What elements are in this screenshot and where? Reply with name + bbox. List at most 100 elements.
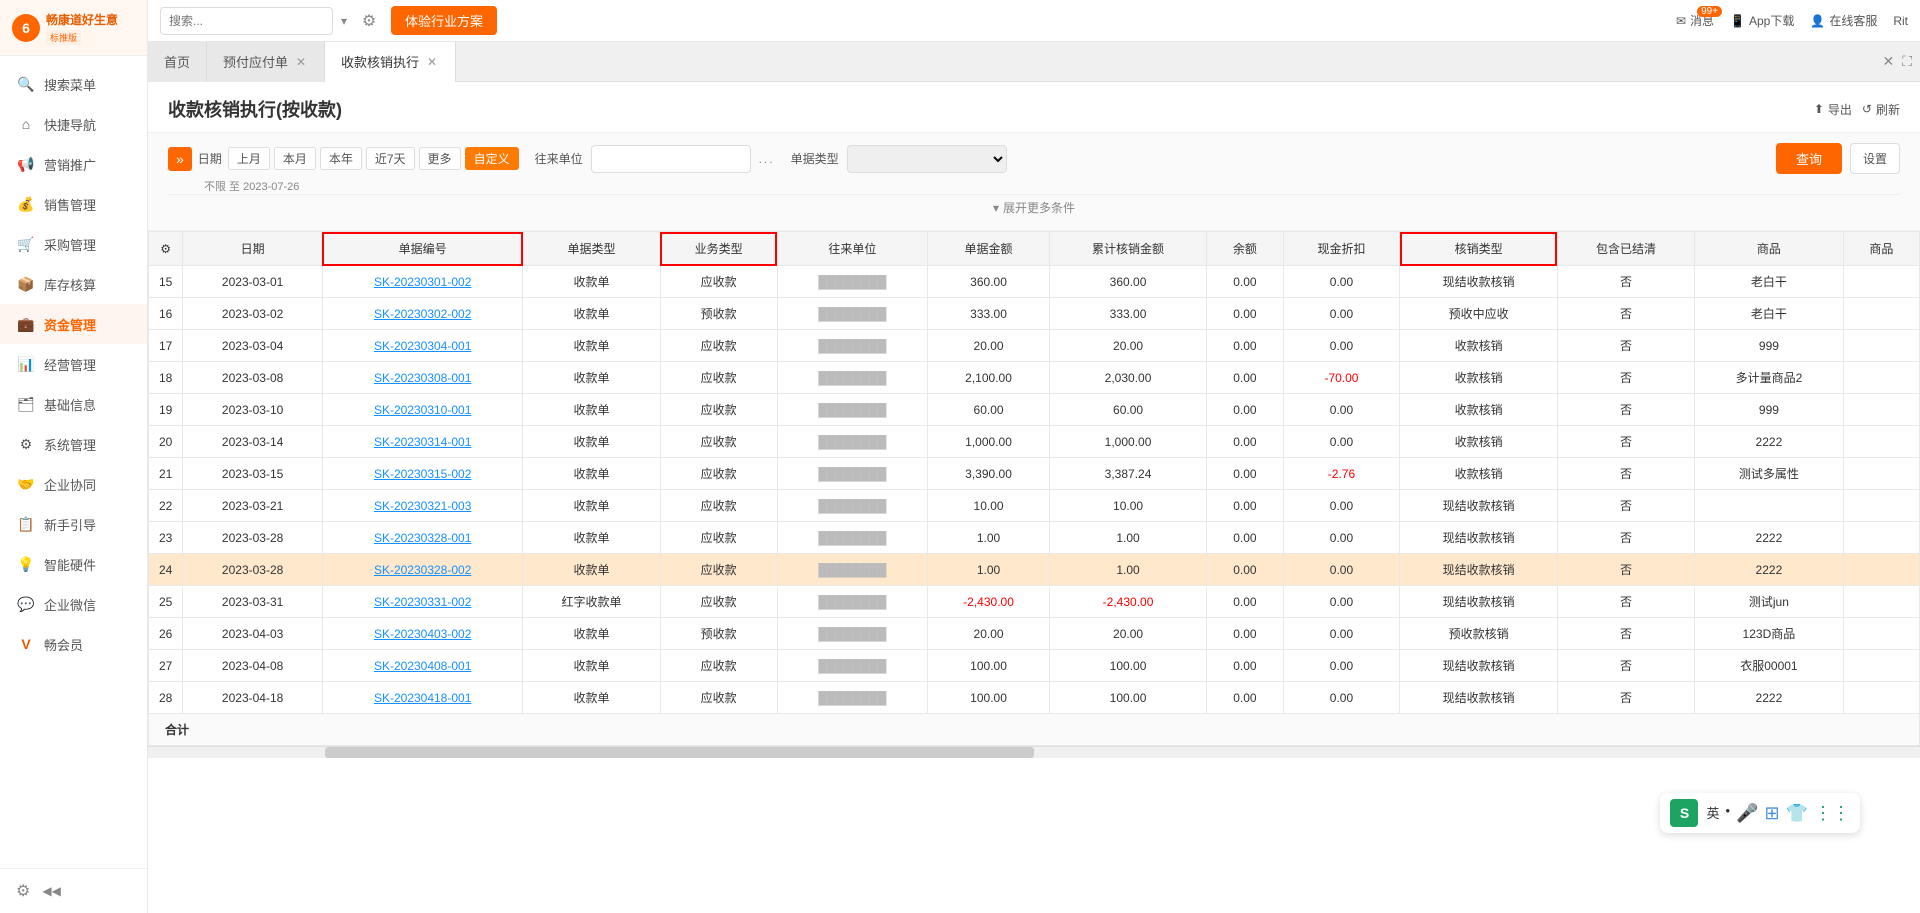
sidebar-item-quick[interactable]: ⌂ 快捷导航 — [0, 104, 147, 144]
inventory-icon: 📦 — [16, 274, 36, 294]
cell-goods: 衣服00001 — [1695, 650, 1844, 682]
sidebar-item-hardware[interactable]: 💡 智能硬件 — [0, 544, 147, 584]
bill-no-link[interactable]: SK-20230308-001 — [374, 371, 471, 385]
sidebar-item-enterprise[interactable]: 🤝 企业协同 — [0, 464, 147, 504]
date-btn-more[interactable]: 更多 — [419, 147, 461, 170]
bill-no-link[interactable]: SK-20230310-001 — [374, 403, 471, 417]
cell-bill-type: 收款单 — [523, 682, 660, 714]
bill-no-link[interactable]: SK-20230304-001 — [374, 339, 471, 353]
sidebar-item-basic[interactable]: 🗂 基础信息 — [0, 384, 147, 424]
sidebar-item-operations[interactable]: 📊 经营管理 — [0, 344, 147, 384]
bill-no-link[interactable]: SK-20230328-001 — [374, 531, 471, 545]
bill-no-link[interactable]: SK-20230408-001 — [374, 659, 471, 673]
online-service-btn[interactable]: 👤 在线客服 — [1810, 12, 1877, 29]
tab-prepay[interactable]: 预付应付单 ✕ — [207, 42, 325, 82]
col-header-bill-no: 单据编号 — [322, 232, 523, 266]
cell-cancel-type: 收款核销 — [1400, 458, 1558, 490]
col-header-biz-type: 业务类型 — [660, 232, 777, 266]
cell-partner: ████████ — [777, 426, 928, 458]
table-row: 15 2023-03-01 SK-20230301-002 收款单 应收款 ██… — [149, 266, 1920, 298]
topbar-search[interactable] — [160, 7, 333, 35]
sidebar-item-system[interactable]: ⚙ 系统管理 — [0, 424, 147, 464]
sidebar-item-vip[interactable]: V 畅会员 — [0, 624, 147, 664]
industry-btn[interactable]: 体验行业方案 — [391, 6, 497, 35]
bill-no-link[interactable]: SK-20230403-002 — [374, 627, 471, 641]
settings-icon[interactable]: ⚙ — [16, 881, 30, 901]
date-btn-7days[interactable]: 近7天 — [366, 147, 415, 170]
tab-collection-close[interactable]: ✕ — [425, 55, 439, 69]
sidebar-item-sales[interactable]: 💰 销售管理 — [0, 184, 147, 224]
sidebar-item-inventory[interactable]: 📦 库存核算 — [0, 264, 147, 304]
horizontal-scrollbar[interactable] — [148, 746, 1920, 758]
messages-btn[interactable]: ✉ 消息 99+ — [1676, 12, 1714, 29]
bill-no-link[interactable]: SK-20230301-002 — [374, 275, 471, 289]
cell-total-cancel: 60.00 — [1049, 394, 1207, 426]
date-btn-last-month[interactable]: 上月 — [228, 147, 270, 170]
cell-bill-no: SK-20230310-001 — [322, 394, 523, 426]
cell-cancel-type: 现结收款核销 — [1400, 650, 1558, 682]
tab-maximize-icon[interactable]: ⛶ — [1902, 53, 1912, 70]
sidebar-item-finance[interactable]: 💼 资金管理 — [0, 304, 147, 344]
cell-date: 2023-03-21 — [183, 490, 323, 522]
sidebar-item-guide[interactable]: 📋 新手引导 — [0, 504, 147, 544]
close-icon[interactable]: ✕ — [294, 55, 308, 69]
cell-goods: 多计量商品2 — [1695, 362, 1844, 394]
app-download-btn[interactable]: 📱 App下载 — [1730, 12, 1794, 29]
user-name-display[interactable]: Rit — [1893, 14, 1908, 28]
cell-bill-no: SK-20230304-001 — [322, 330, 523, 362]
topbar-gear-icon[interactable]: ⚙ — [355, 7, 383, 35]
enterprise-icon: 🤝 — [16, 474, 36, 494]
filter-expand-icon[interactable]: » — [168, 147, 192, 171]
watermark-grid: ⊞ — [1764, 803, 1779, 824]
sidebar-item-search[interactable]: 🔍 搜索菜单 — [0, 64, 147, 104]
cell-balance: 0.00 — [1207, 618, 1283, 650]
sidebar-label-marketing: 营销推广 — [44, 155, 96, 174]
sidebar-label-basic: 基础信息 — [44, 395, 96, 414]
tab-collection[interactable]: 收款核销执行 ✕ — [325, 42, 456, 82]
cell-include-settled: 否 — [1557, 490, 1694, 522]
main-area: ▾ ⚙ 体验行业方案 ✉ 消息 99+ 📱 App下载 👤 在线客服 Rit — [148, 0, 1920, 913]
tab-home[interactable]: 首页 — [148, 42, 207, 82]
bill-no-link[interactable]: SK-20230331-002 — [374, 595, 471, 609]
cell-include-settled: 否 — [1557, 554, 1694, 586]
cell-bill-type: 收款单 — [523, 330, 660, 362]
sidebar-item-wechat[interactable]: 💬 企业微信 — [0, 584, 147, 624]
bill-no-link[interactable]: SK-20230328-002 — [374, 563, 471, 577]
bill-no-link[interactable]: SK-20230302-002 — [374, 307, 471, 321]
date-btn-this-year[interactable]: 本年 — [320, 147, 362, 170]
system-icon: ⚙ — [16, 434, 36, 454]
tab-close-all-icon[interactable]: ✕ — [1882, 53, 1894, 70]
query-btn[interactable]: 查询 — [1776, 143, 1842, 174]
cell-date: 2023-04-18 — [183, 682, 323, 714]
topbar-dropdown-arrow[interactable]: ▾ — [341, 14, 347, 28]
cell-cash-discount: 0.00 — [1283, 426, 1400, 458]
table-row: 16 2023-03-02 SK-20230302-002 收款单 预收款 ██… — [149, 298, 1920, 330]
cell-biz-type: 应收款 — [660, 330, 777, 362]
col-header-gear[interactable]: ⚙ — [149, 232, 183, 266]
close-icon[interactable]: ✕ — [425, 55, 439, 69]
bill-no-link[interactable]: SK-20230315-002 — [374, 467, 471, 481]
cell-balance: 0.00 — [1207, 554, 1283, 586]
cell-goods: 测试多属性 — [1695, 458, 1844, 490]
tab-prepay-close[interactable]: ✕ — [294, 55, 308, 69]
collapse-icon[interactable]: ◀◀ — [42, 884, 60, 898]
bill-type-select[interactable] — [847, 145, 1007, 173]
page-actions: ⬆ 导出 ↺ 刷新 — [1814, 101, 1900, 118]
export-btn[interactable]: ⬆ 导出 — [1814, 101, 1852, 118]
date-btn-custom[interactable]: 自定义 — [465, 147, 519, 170]
filter-settings-btn[interactable]: 设置 — [1850, 143, 1900, 174]
date-btn-this-month[interactable]: 本月 — [274, 147, 316, 170]
cell-include-settled: 否 — [1557, 298, 1694, 330]
bill-no-link[interactable]: SK-20230314-001 — [374, 435, 471, 449]
expand-conditions-btn[interactable]: ▾ 展开更多条件 — [993, 199, 1075, 216]
partner-input[interactable] — [591, 145, 751, 173]
col-header-goods2: 商品 — [1843, 232, 1919, 266]
cell-include-settled: 否 — [1557, 618, 1694, 650]
sidebar-item-marketing[interactable]: 📢 营销推广 — [0, 144, 147, 184]
refresh-btn[interactable]: ↺ 刷新 — [1862, 101, 1900, 118]
bill-no-link[interactable]: SK-20230321-003 — [374, 499, 471, 513]
bill-no-link[interactable]: SK-20230418-001 — [374, 691, 471, 705]
expand-icon: ▾ — [993, 201, 999, 215]
cell-no: 18 — [149, 362, 183, 394]
sidebar-item-purchase[interactable]: 🛒 采购管理 — [0, 224, 147, 264]
